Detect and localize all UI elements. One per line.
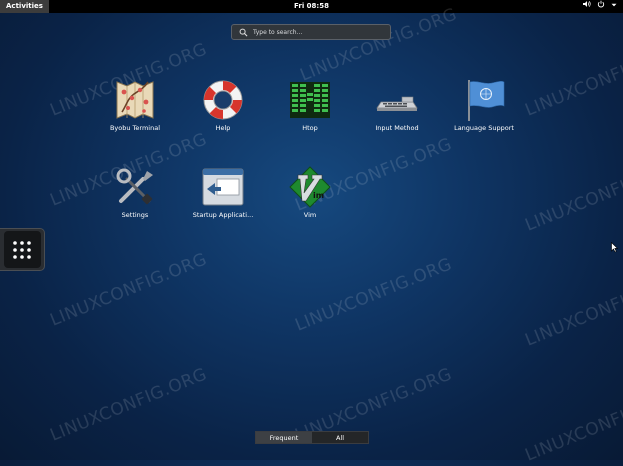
watermark-text: LINUXCONFIG.ORG xyxy=(297,4,460,86)
watermark-text: LINUXCONFIG.ORG xyxy=(522,154,623,236)
vim-icon: im xyxy=(288,165,332,209)
app-language-support[interactable]: Language Support xyxy=(444,78,524,132)
app-label: Htop xyxy=(302,124,318,132)
flag-icon xyxy=(462,78,506,122)
volume-icon xyxy=(583,0,591,13)
app-label: Input Method xyxy=(375,124,419,132)
activities-button[interactable]: Activities xyxy=(0,0,49,13)
watermark-text: LINUXCONFIG.ORG xyxy=(47,249,210,331)
byobu-terminal-icon xyxy=(113,78,157,122)
system-menu[interactable] xyxy=(583,0,617,13)
app-label: Help xyxy=(215,124,231,132)
app-label: Vim xyxy=(303,211,317,219)
watermark-text: LINUXCONFIG.ORG xyxy=(522,39,623,121)
app-help[interactable]: Help xyxy=(183,78,263,132)
watermark-text: LINUXCONFIG.ORG xyxy=(47,364,210,446)
search-input[interactable]: Type to search... xyxy=(231,24,391,40)
app-htop[interactable]: Htop xyxy=(270,78,350,132)
apps-grid-icon xyxy=(13,240,31,259)
mouse-pointer-icon xyxy=(611,242,619,253)
power-icon xyxy=(597,0,605,13)
dash xyxy=(0,228,45,271)
all-tab[interactable]: All xyxy=(312,432,368,443)
frequent-tab[interactable]: Frequent xyxy=(256,432,312,443)
app-label: Byobu Terminal xyxy=(109,124,161,132)
app-startup-applications[interactable]: Startup Applicati... xyxy=(183,165,263,219)
app-label: Language Support xyxy=(454,124,514,132)
svg-text:im: im xyxy=(313,191,324,200)
show-applications-button[interactable] xyxy=(3,231,41,268)
startup-apps-icon xyxy=(201,165,245,209)
app-byobu-terminal[interactable]: Byobu Terminal xyxy=(95,78,175,132)
search-icon xyxy=(239,28,248,36)
view-toggle: Frequent All xyxy=(255,431,369,444)
search-placeholder: Type to search... xyxy=(253,28,303,36)
app-settings[interactable]: Settings xyxy=(95,165,175,219)
htop-icon xyxy=(288,78,332,122)
top-bar: Activities Fri 08:58 xyxy=(0,0,623,13)
watermark-text: LINUXCONFIG.ORG xyxy=(292,254,455,336)
lifebuoy-icon xyxy=(201,78,245,122)
app-input-method[interactable]: Input Method xyxy=(357,78,437,132)
app-vim[interactable]: im Vim xyxy=(270,165,350,219)
clock[interactable]: Fri 08:58 xyxy=(294,0,329,13)
chevron-down-icon xyxy=(611,0,617,13)
watermark-text: LINUXCONFIG.ORG xyxy=(522,384,623,466)
tools-icon xyxy=(113,165,157,209)
app-label: Settings xyxy=(121,211,149,219)
keyboard-icon xyxy=(375,78,419,122)
watermark-text: LINUXCONFIG.ORG xyxy=(522,269,623,351)
app-label: Startup Applicati... xyxy=(192,211,254,219)
